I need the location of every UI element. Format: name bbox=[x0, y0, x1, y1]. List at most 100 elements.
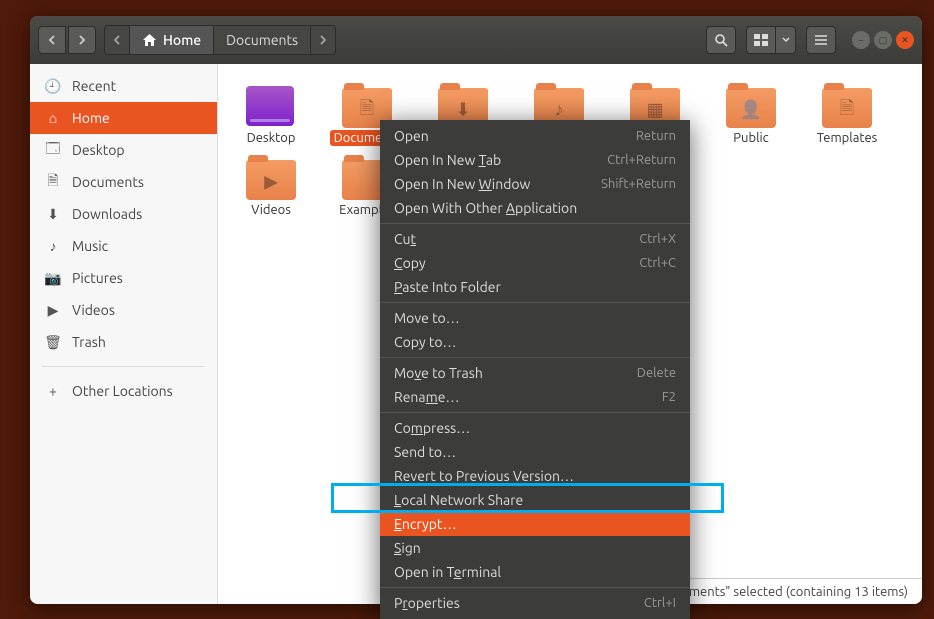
file-desktop[interactable]: Desktop bbox=[226, 82, 316, 146]
maximize-button[interactable]: ▢ bbox=[874, 31, 892, 49]
menu-item-label: Copy to… bbox=[394, 334, 456, 350]
menu-item-label: Send to… bbox=[394, 444, 456, 460]
videos-icon: ▶ bbox=[44, 302, 62, 319]
menu-move-to[interactable]: Move to… bbox=[380, 306, 690, 330]
file-label: Templates bbox=[813, 130, 882, 146]
menu-shortcut: Ctrl+X bbox=[639, 232, 676, 246]
downloads-icon: ⬇ bbox=[44, 206, 62, 223]
folder-icon: 🗎 bbox=[822, 84, 872, 126]
sidebar-item-downloads[interactable]: ⬇Downloads bbox=[30, 198, 217, 230]
trash-icon: 🗑 bbox=[44, 334, 62, 351]
menu-open[interactable]: OpenReturn bbox=[380, 124, 690, 148]
path-home[interactable]: Home bbox=[130, 26, 214, 54]
menu-sign[interactable]: Sign bbox=[380, 536, 690, 560]
menu-item-label: Open In New Tab bbox=[394, 152, 501, 168]
pictures-icon: 📷 bbox=[44, 270, 62, 287]
view-dropdown-button[interactable] bbox=[776, 26, 796, 54]
sidebar-item-label: Other Locations bbox=[72, 383, 173, 399]
sidebar-item-videos[interactable]: ▶ Videos bbox=[30, 294, 217, 326]
menu-shortcut: F2 bbox=[662, 390, 676, 404]
menu-separator bbox=[380, 587, 690, 588]
close-button[interactable]: ✕ bbox=[896, 31, 914, 49]
path-documents-label: Documents bbox=[226, 32, 298, 48]
sidebar-other-locations[interactable]: + Other Locations bbox=[30, 375, 217, 407]
menu-item-label: Cut bbox=[394, 231, 416, 247]
menu-paste-into-folder[interactable]: Paste Into Folder bbox=[380, 275, 690, 299]
menu-move-to-trash[interactable]: Move to Trash Delete bbox=[380, 361, 690, 385]
sidebar-item-desktop[interactable]: 🗔Desktop bbox=[30, 134, 217, 166]
menu-shortcut: Ctrl+C bbox=[639, 256, 676, 270]
menu-separator bbox=[380, 223, 690, 224]
search-button[interactable] bbox=[706, 26, 736, 54]
menu-item-label: Paste Into Folder bbox=[394, 279, 501, 295]
menu-item-label: Compress… bbox=[394, 420, 470, 436]
folder-icon: 👤 bbox=[726, 84, 776, 126]
menu-item-label: Rename… bbox=[394, 389, 459, 405]
menu-item-label: Local Network Share bbox=[394, 492, 523, 508]
file-public[interactable]: 👤 Public bbox=[706, 82, 796, 146]
sidebar-item-music[interactable]: ♪ Music bbox=[30, 230, 217, 262]
menu-separator bbox=[380, 302, 690, 303]
path-documents[interactable]: Documents bbox=[214, 26, 311, 54]
sidebar-item-documents[interactable]: 🗎Documents bbox=[30, 166, 217, 198]
music-icon: ♪ bbox=[44, 238, 62, 254]
path-bar: Home Documents bbox=[104, 25, 336, 55]
menu-item-label: Encrypt… bbox=[394, 516, 457, 532]
plus-icon: + bbox=[44, 383, 62, 399]
file-videos[interactable]: ▶Videos bbox=[226, 154, 316, 218]
menu-item-label: Move to… bbox=[394, 310, 460, 326]
menu-shortcut: Ctrl+Return bbox=[607, 153, 676, 167]
minimize-button[interactable]: – bbox=[852, 31, 870, 49]
sidebar-item-home[interactable]: ⌂Home bbox=[30, 102, 217, 134]
sidebar-item-label: Desktop bbox=[72, 142, 125, 158]
toolbar-right: – ▢ ✕ bbox=[706, 26, 914, 54]
sidebar-item-label: Music bbox=[72, 238, 108, 254]
forward-button[interactable] bbox=[68, 26, 96, 54]
menu-open-in-terminal[interactable]: Open in Terminal bbox=[380, 560, 690, 584]
sidebar-item-trash[interactable]: 🗑 Trash bbox=[30, 326, 217, 358]
window-controls: – ▢ ✕ bbox=[852, 31, 914, 49]
menu-send-to[interactable]: Send to… bbox=[380, 440, 690, 464]
folder-icon: ▶ bbox=[246, 156, 296, 198]
desktop-icon bbox=[246, 84, 296, 126]
menu-properties[interactable]: Properties Ctrl+I bbox=[380, 591, 690, 615]
menu-shortcut: Delete bbox=[637, 366, 676, 380]
menu-copy-to[interactable]: Copy to… bbox=[380, 330, 690, 354]
path-root-chevron[interactable] bbox=[105, 26, 130, 54]
menu-item-label: Revert to Previous Version… bbox=[394, 468, 574, 484]
context-menu: OpenReturnOpen In New TabCtrl+ReturnOpen… bbox=[380, 120, 690, 619]
menu-item-label: Sign bbox=[394, 540, 421, 556]
menu-open-in-new-tab[interactable]: Open In New Tab Ctrl+Return bbox=[380, 148, 690, 172]
menu-item-label: Move to Trash bbox=[394, 365, 483, 381]
nav-buttons bbox=[38, 26, 96, 54]
menu-shortcut: Return bbox=[636, 129, 676, 143]
menu-encrypt[interactable]: Encrypt… bbox=[380, 512, 690, 536]
menu-rename[interactable]: Rename… F2 bbox=[380, 385, 690, 409]
menu-compress[interactable]: Compress… bbox=[380, 416, 690, 440]
menu-item-label: Properties bbox=[394, 595, 460, 611]
menu-local-network-share[interactable]: Local Network Share bbox=[380, 488, 690, 512]
menu-item-label: Open In New Window bbox=[394, 176, 530, 192]
path-home-label: Home bbox=[163, 32, 201, 48]
sidebar-item-pictures[interactable]: 📷Pictures bbox=[30, 262, 217, 294]
menu-separator bbox=[380, 412, 690, 413]
menu-shortcut: Ctrl+I bbox=[644, 596, 676, 610]
menu-copy[interactable]: CopyCtrl+C bbox=[380, 251, 690, 275]
menu-cut[interactable]: Cut Ctrl+X bbox=[380, 227, 690, 251]
sidebar-item-label: Trash bbox=[72, 334, 106, 350]
menu-separator bbox=[380, 357, 690, 358]
menu-item-label: Open in Terminal bbox=[394, 564, 501, 580]
hamburger-menu-button[interactable] bbox=[806, 26, 836, 54]
path-expand[interactable] bbox=[311, 26, 335, 54]
back-button[interactable] bbox=[38, 26, 66, 54]
file-templates[interactable]: 🗎 Templates bbox=[802, 82, 892, 146]
menu-open-with-other-application[interactable]: Open With Other Application bbox=[380, 196, 690, 220]
menu-open-in-new-window[interactable]: Open In New WindowShift+Return bbox=[380, 172, 690, 196]
view-grid-button[interactable] bbox=[746, 26, 776, 54]
home-icon: ⌂ bbox=[44, 110, 62, 126]
file-label: Public bbox=[729, 130, 772, 146]
home-icon bbox=[142, 33, 157, 47]
menu-revert-to-previous-version[interactable]: Revert to Previous Version… bbox=[380, 464, 690, 488]
sidebar-item-label: Videos bbox=[72, 302, 115, 318]
sidebar-item-recent[interactable]: 🕘Recent bbox=[30, 70, 217, 102]
